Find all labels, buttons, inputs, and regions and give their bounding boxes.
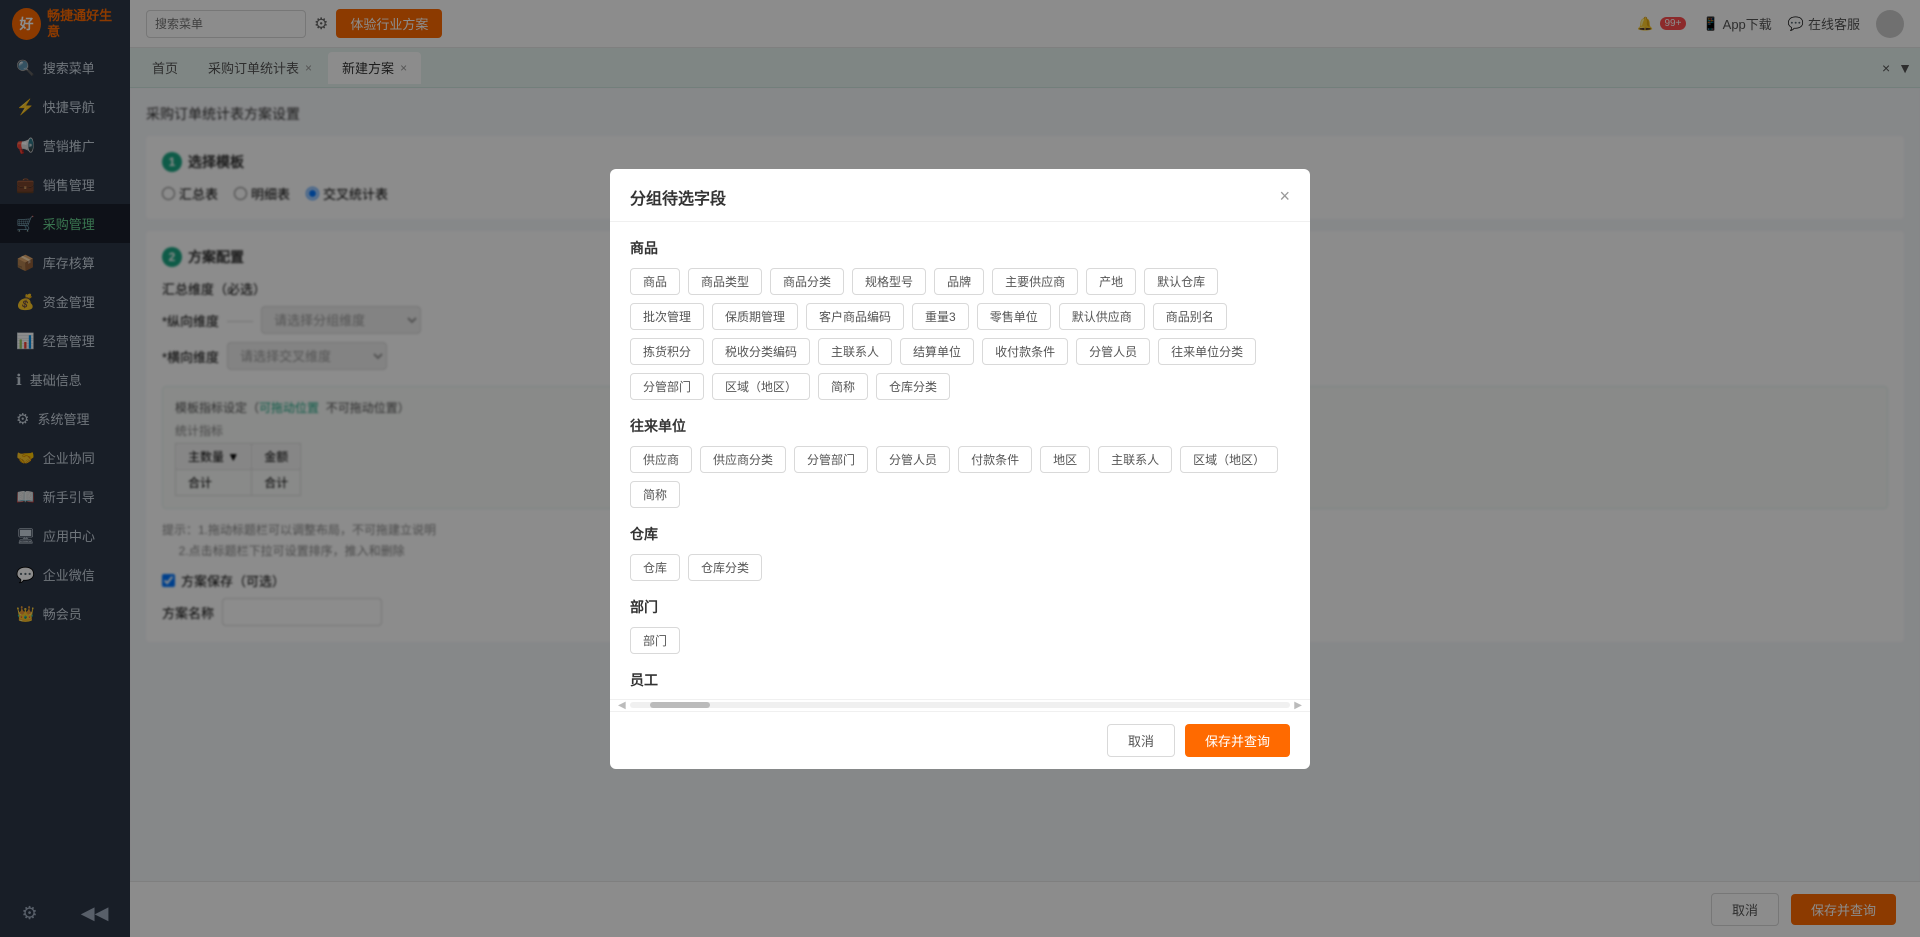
section-title-employee: 员工 <box>630 670 1290 690</box>
field-tag-供应商[interactable]: 供应商 <box>630 446 692 473</box>
field-tag-商品类型[interactable]: 商品类型 <box>688 268 762 295</box>
field-tag-区域（地区）[interactable]: 区域（地区） <box>712 373 810 400</box>
field-tag-商品[interactable]: 商品 <box>630 268 680 295</box>
section-tags-goods: 商品商品类型商品分类规格型号品牌主要供应商产地默认仓库批次管理保质期管理客户商品… <box>630 268 1290 400</box>
field-tag-客户商品编码[interactable]: 客户商品编码 <box>806 303 904 330</box>
section-tags-warehouse: 仓库仓库分类 <box>630 554 1290 581</box>
hscroll-thumb <box>650 702 710 708</box>
field-tag-保质期管理[interactable]: 保质期管理 <box>712 303 798 330</box>
field-tag-拣货积分[interactable]: 拣货积分 <box>630 338 704 365</box>
field-tag-主要供应商[interactable]: 主要供应商 <box>992 268 1078 295</box>
modal-header: 分组待选字段 × <box>610 169 1310 222</box>
field-tag-商品别名[interactable]: 商品别名 <box>1153 303 1227 330</box>
section-title-warehouse: 仓库 <box>630 524 1290 544</box>
section-title-goods: 商品 <box>630 238 1290 258</box>
field-tag-区域（地区）[interactable]: 区域（地区） <box>1180 446 1278 473</box>
field-tag-主联系人[interactable]: 主联系人 <box>1098 446 1172 473</box>
field-tag-分管人员[interactable]: 分管人员 <box>876 446 950 473</box>
field-tag-产地[interactable]: 产地 <box>1086 268 1136 295</box>
modal-hscroll: ◀ ▶ <box>610 699 1310 711</box>
field-select-modal: 分组待选字段 × 商品商品商品类型商品分类规格型号品牌主要供应商产地默认仓库批次… <box>610 169 1310 769</box>
cancel-btn[interactable]: 取消 <box>1107 724 1175 757</box>
field-tag-分管部门[interactable]: 分管部门 <box>630 373 704 400</box>
field-tag-品牌[interactable]: 品牌 <box>934 268 984 295</box>
field-tag-收付款条件[interactable]: 收付款条件 <box>982 338 1068 365</box>
modal-overlay: 分组待选字段 × 商品商品商品类型商品分类规格型号品牌主要供应商产地默认仓库批次… <box>0 0 1920 937</box>
modal-close-btn[interactable]: × <box>1279 186 1290 207</box>
field-tag-规格型号[interactable]: 规格型号 <box>852 268 926 295</box>
field-tag-结算单位[interactable]: 结算单位 <box>900 338 974 365</box>
confirm-btn[interactable]: 保存并查询 <box>1185 724 1290 757</box>
section-title-partner: 往来单位 <box>630 416 1290 436</box>
field-tag-分管人员[interactable]: 分管人员 <box>1076 338 1150 365</box>
modal-body: 商品商品商品类型商品分类规格型号品牌主要供应商产地默认仓库批次管理保质期管理客户… <box>610 222 1310 699</box>
field-tag-默认仓库[interactable]: 默认仓库 <box>1144 268 1218 295</box>
field-tag-部门[interactable]: 部门 <box>630 627 680 654</box>
field-tag-仓库分类[interactable]: 仓库分类 <box>876 373 950 400</box>
field-tag-付款条件[interactable]: 付款条件 <box>958 446 1032 473</box>
field-tag-简称[interactable]: 简称 <box>818 373 868 400</box>
modal-footer: 取消 保存并查询 <box>610 711 1310 769</box>
field-tag-简称[interactable]: 简称 <box>630 481 680 508</box>
field-tag-供应商分类[interactable]: 供应商分类 <box>700 446 786 473</box>
field-tag-分管部门[interactable]: 分管部门 <box>794 446 868 473</box>
field-tag-重量3[interactable]: 重量3 <box>912 303 969 330</box>
section-tags-department: 部门 <box>630 627 1290 654</box>
modal-title: 分组待选字段 <box>630 185 726 209</box>
field-tag-零售单位[interactable]: 零售单位 <box>977 303 1051 330</box>
field-tag-批次管理[interactable]: 批次管理 <box>630 303 704 330</box>
field-tag-默认供应商[interactable]: 默认供应商 <box>1059 303 1145 330</box>
section-tags-partner: 供应商供应商分类分管部门分管人员付款条件地区主联系人区域（地区） 简称 <box>630 446 1290 508</box>
field-tag-仓库[interactable]: 仓库 <box>630 554 680 581</box>
field-tag-往来单位分类[interactable]: 往来单位分类 <box>1158 338 1256 365</box>
field-tag-地区[interactable]: 地区 <box>1040 446 1090 473</box>
section-title-department: 部门 <box>630 597 1290 617</box>
field-tag-主联系人[interactable]: 主联系人 <box>818 338 892 365</box>
field-tag-仓库分类[interactable]: 仓库分类 <box>688 554 762 581</box>
field-tag-税收分类编码[interactable]: 税收分类编码 <box>712 338 810 365</box>
field-tag-商品分类[interactable]: 商品分类 <box>770 268 844 295</box>
hscroll-track <box>630 702 1291 708</box>
